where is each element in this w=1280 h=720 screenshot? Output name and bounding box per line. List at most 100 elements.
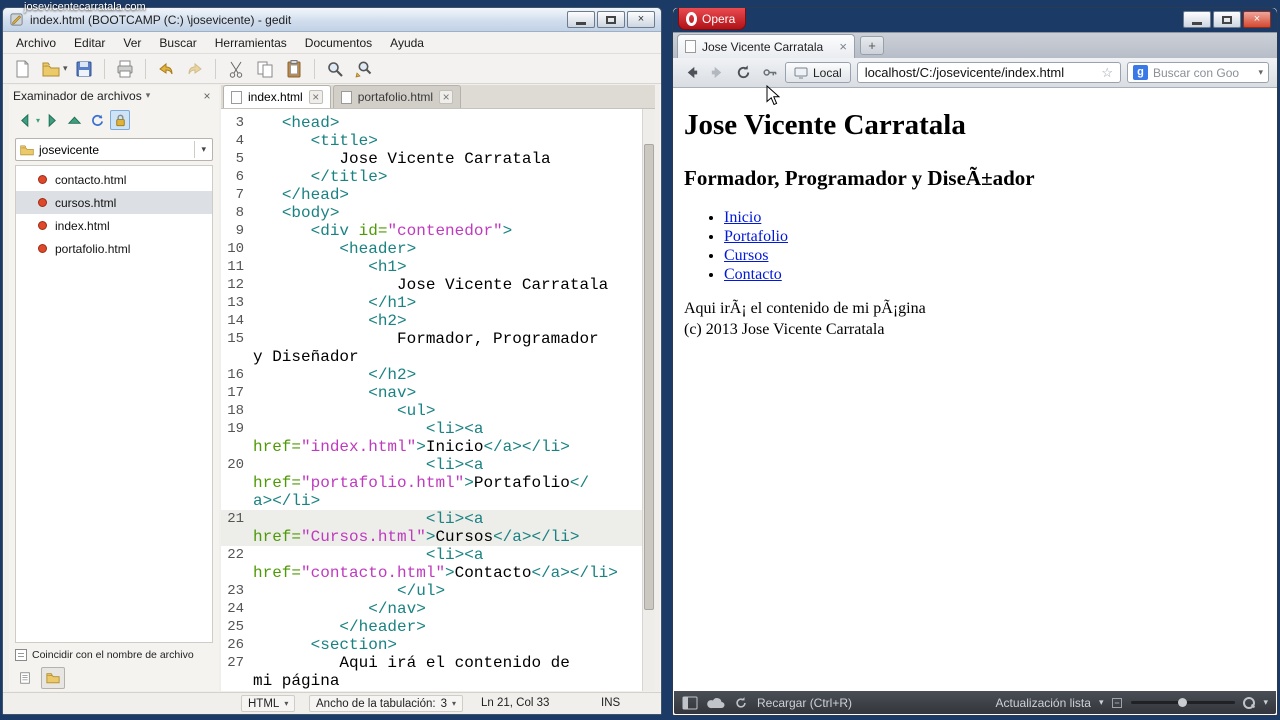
- code-view[interactable]: 3 <head> 4 <title> 5 Jose Vicente Carratal…: [221, 109, 642, 691]
- menu-archivo[interactable]: Archivo: [7, 33, 65, 53]
- tab-width-selector[interactable]: Ancho de la tabulación: 3 ▾: [309, 695, 463, 712]
- zoom-slider-thumb[interactable]: [1178, 698, 1188, 707]
- tab-width-value: 3: [440, 697, 447, 710]
- file-item[interactable]: index.html: [16, 214, 212, 237]
- folder-icon: [20, 144, 34, 155]
- page-link[interactable]: Inicio: [724, 209, 761, 226]
- code-line: 5 Jose Vicente Carratala: [221, 150, 642, 168]
- monitor-icon: [794, 67, 808, 78]
- browser-tab[interactable]: Jose Vicente Carratala ×: [677, 34, 855, 58]
- file-item[interactable]: portafolio.html: [16, 237, 212, 260]
- reload-status-icon[interactable]: [734, 696, 748, 710]
- close-button[interactable]: ×: [1243, 11, 1271, 28]
- panel-dropdown-icon[interactable]: ▾: [146, 90, 151, 101]
- update-dropdown-icon[interactable]: ▾: [1099, 697, 1104, 708]
- print-button[interactable]: [112, 56, 138, 82]
- search-button[interactable]: [322, 56, 348, 82]
- fit-width-icon[interactable]: [1111, 697, 1123, 709]
- maximize-button[interactable]: [1213, 11, 1241, 28]
- undo-button[interactable]: [153, 56, 179, 82]
- menu-herramientas[interactable]: Herramientas: [206, 33, 296, 53]
- file-browser-pane-tab[interactable]: [41, 667, 65, 689]
- line-number: [221, 474, 253, 492]
- security-badge[interactable]: Local: [785, 62, 851, 83]
- maximize-button[interactable]: [597, 11, 625, 28]
- code-line: 22 <li><a: [221, 546, 642, 564]
- lock-root-button[interactable]: [110, 110, 131, 130]
- location-combobox[interactable]: josevicente ▾: [15, 138, 213, 161]
- code-text: <header>: [339, 240, 417, 258]
- editor-scrollbar[interactable]: [642, 109, 655, 691]
- editor-tab[interactable]: index.html ×: [223, 85, 331, 108]
- copy-button[interactable]: [252, 56, 278, 82]
- menu-documentos[interactable]: Documentos: [296, 33, 381, 53]
- up-button[interactable]: [64, 110, 84, 130]
- menu-ver[interactable]: Ver: [114, 33, 150, 53]
- panel-close-icon[interactable]: ×: [199, 89, 215, 103]
- panel-title[interactable]: Examinador de archivos: [13, 89, 142, 103]
- code-line: href="portafolio.html">Portafolio</: [221, 474, 642, 492]
- redo-button[interactable]: [182, 56, 208, 82]
- file-item[interactable]: contacto.html: [16, 168, 212, 191]
- reload-button[interactable]: [733, 63, 753, 83]
- language-selector[interactable]: HTML ▾: [241, 695, 296, 712]
- opera-menu-button[interactable]: Opera: [678, 8, 747, 30]
- code-text: </header>: [339, 618, 426, 636]
- code-text: <h1>: [368, 258, 407, 276]
- tab-close-icon[interactable]: ×: [308, 90, 323, 104]
- menu-ayuda[interactable]: Ayuda: [381, 33, 433, 53]
- forward-button[interactable]: [707, 63, 727, 83]
- wand-password-icon[interactable]: [759, 63, 779, 83]
- minimize-button[interactable]: [1183, 11, 1211, 28]
- documents-pane-tab[interactable]: [13, 667, 37, 689]
- bookmark-star-icon[interactable]: ☆: [1101, 65, 1113, 81]
- search-engine-dropdown-icon[interactable]: ▾: [1258, 67, 1263, 78]
- match-filter-icon[interactable]: [15, 649, 27, 661]
- forward-button[interactable]: [41, 110, 61, 130]
- back-button[interactable]: [15, 110, 35, 130]
- tab-close-icon[interactable]: ×: [439, 90, 454, 104]
- watermark-text: josevicentecarratala.com: [24, 1, 146, 13]
- open-dropdown-icon[interactable]: ▾: [63, 63, 68, 74]
- open-button[interactable]: [38, 56, 64, 82]
- refresh-button[interactable]: [87, 110, 107, 130]
- page-link[interactable]: Cursos: [724, 247, 768, 264]
- new-document-button[interactable]: [9, 56, 35, 82]
- menu-editar[interactable]: Editar: [65, 33, 114, 53]
- code-text: mi página: [253, 672, 340, 690]
- save-button[interactable]: [71, 56, 97, 82]
- page-link[interactable]: Contacto: [724, 266, 782, 283]
- line-number: 8: [235, 205, 244, 221]
- close-button[interactable]: ×: [627, 11, 655, 28]
- file-item[interactable]: cursos.html: [16, 191, 212, 214]
- file-list: contacto.html cursos.html index.html portaf…: [15, 165, 213, 643]
- back-button[interactable]: [681, 63, 701, 83]
- list-item: Contacto: [724, 265, 1266, 284]
- code-line: 7 </head>: [221, 186, 642, 204]
- file-name: index.html: [55, 218, 110, 233]
- opera-logo-icon: [686, 11, 697, 26]
- code-text: Jose Vicente Carratala: [253, 276, 609, 294]
- location-dropdown-icon[interactable]: ▾: [194, 141, 208, 158]
- editor-tab[interactable]: portafolio.html ×: [332, 85, 462, 108]
- zoom-dropdown-icon[interactable]: ▾: [1263, 697, 1268, 708]
- cut-button[interactable]: [223, 56, 249, 82]
- menu-buscar[interactable]: Buscar: [150, 33, 205, 53]
- code-text: </title>: [310, 168, 388, 186]
- scrollbar-thumb[interactable]: [644, 143, 654, 610]
- update-ready-label[interactable]: Actualización lista: [996, 696, 1091, 710]
- turbo-cloud-icon[interactable]: [707, 697, 725, 709]
- page-link[interactable]: Portafolio: [724, 228, 788, 245]
- back-dropdown-icon[interactable]: ▾: [36, 116, 40, 125]
- panels-toggle-icon[interactable]: [682, 696, 698, 710]
- zoom-magnifier-icon[interactable]: [1243, 696, 1256, 709]
- url-field[interactable]: localhost/C:/josevicente/index.html ☆: [856, 62, 1121, 83]
- line-number: 20: [227, 457, 244, 473]
- paste-button[interactable]: [281, 56, 307, 82]
- new-tab-button[interactable]: +: [860, 36, 884, 55]
- tab-close-icon[interactable]: ×: [839, 39, 847, 54]
- search-field[interactable]: g Buscar con Goo ▾: [1127, 62, 1269, 83]
- minimize-button[interactable]: [567, 11, 595, 28]
- search-replace-button[interactable]: [351, 56, 377, 82]
- zoom-slider[interactable]: [1131, 698, 1236, 707]
